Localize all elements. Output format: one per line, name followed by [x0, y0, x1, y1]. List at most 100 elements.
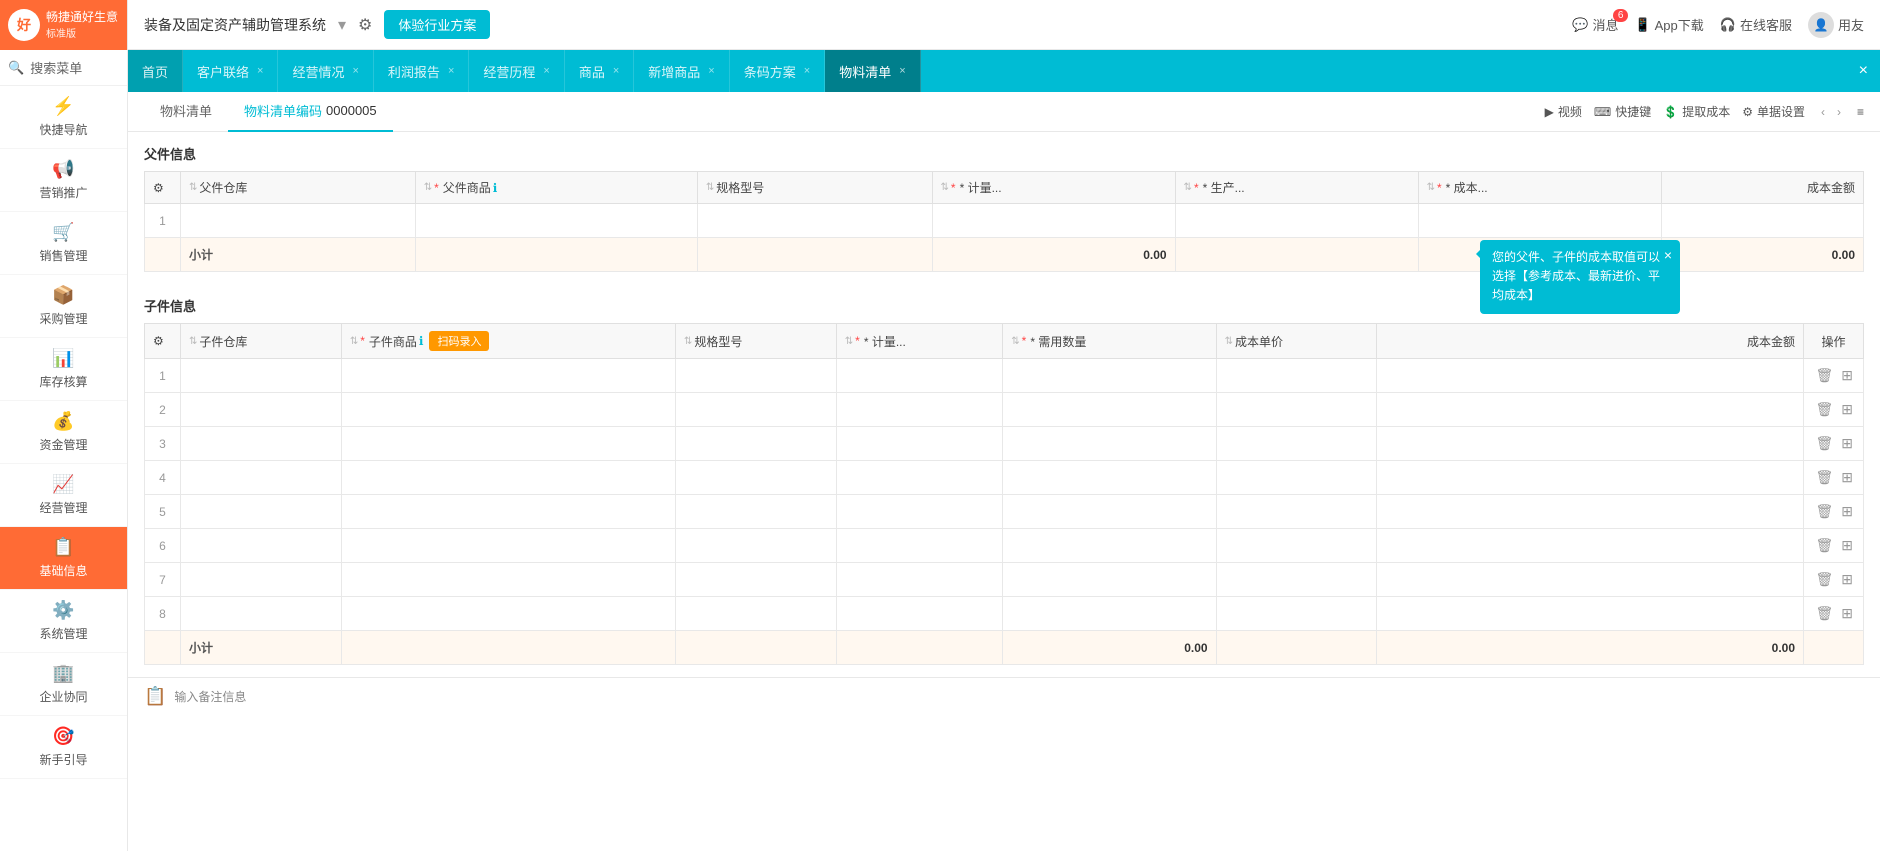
child-row-1-spec[interactable] — [675, 359, 836, 393]
child-row-8-unit-price[interactable] — [1216, 597, 1377, 631]
extract-cost-action[interactable]: 💲 提取成本 — [1663, 103, 1730, 120]
child-row-5-spec[interactable] — [675, 495, 836, 529]
child-row-8-quantity[interactable] — [1003, 597, 1216, 631]
child-col-settings[interactable]: ⚙ — [145, 324, 181, 359]
nav-next-button[interactable]: › — [1833, 103, 1845, 121]
grid-view-button[interactable]: ≡ — [1857, 105, 1864, 119]
child-col-sort-warehouse[interactable]: ⇅ — [189, 336, 197, 347]
col-sort-goods[interactable]: ⇅ — [424, 182, 432, 193]
child-row-3-quantity[interactable] — [1003, 427, 1216, 461]
sidebar-item-operation[interactable]: 📈 经营管理 — [0, 464, 127, 527]
tab-goods-close[interactable]: × — [613, 65, 619, 77]
parent-col-settings[interactable]: ⚙ — [145, 172, 181, 204]
child-row-8-delete-button[interactable]: 🗑 — [1813, 603, 1835, 624]
tab-profit-report[interactable]: 利润报告 × — [374, 50, 469, 92]
tab-goods[interactable]: 商品 × — [565, 50, 634, 92]
nav-prev-button[interactable]: ‹ — [1817, 103, 1829, 121]
child-col-sort-spec[interactable]: ⇅ — [684, 336, 692, 347]
parent-row-1-goods[interactable] — [415, 204, 697, 238]
child-row-4-cost-amount[interactable] — [1377, 461, 1804, 495]
close-all-tabs-button[interactable]: × — [1847, 62, 1880, 80]
child-row-2-unit-price[interactable] — [1216, 393, 1377, 427]
tab-customer-close[interactable]: × — [257, 65, 263, 77]
child-row-3-cost-amount[interactable] — [1377, 427, 1804, 461]
tab-operation-status[interactable]: 经营情况 × — [278, 50, 373, 92]
child-row-1-cost-amount[interactable] — [1377, 359, 1804, 393]
child-row-8-warehouse[interactable] — [181, 597, 342, 631]
child-col-sort-unit-price[interactable]: ⇅ — [1225, 336, 1233, 347]
child-row-6-quantity[interactable] — [1003, 529, 1216, 563]
child-row-1-warehouse[interactable] — [181, 359, 342, 393]
child-row-5-cost-amount[interactable] — [1377, 495, 1804, 529]
child-row-1-unit-price[interactable] — [1216, 359, 1377, 393]
sidebar-item-search[interactable]: 🔍 搜索菜单 — [0, 50, 127, 86]
tab-operation-status-close[interactable]: × — [352, 65, 358, 77]
tab-home[interactable]: 首页 — [128, 50, 183, 92]
parent-row-1-cost[interactable] — [1418, 204, 1661, 238]
col-sort-spec[interactable]: ⇅ — [706, 182, 714, 193]
child-row-3-goods[interactable] — [341, 427, 675, 461]
sidebar-item-basic-info[interactable]: 📋 基础信息 — [0, 527, 127, 590]
child-row-6-delete-button[interactable]: 🗑 — [1813, 535, 1835, 556]
tab-operation-history[interactable]: 经营历程 × — [469, 50, 564, 92]
scan-input-button[interactable]: 扫码录入 — [429, 331, 489, 351]
child-row-6-goods[interactable] — [341, 529, 675, 563]
child-row-6-warehouse[interactable] — [181, 529, 342, 563]
trial-button[interactable]: 体验行业方案 — [384, 10, 490, 39]
child-row-6-spec[interactable] — [675, 529, 836, 563]
child-row-7-copy-button[interactable]: ⊞ — [1839, 569, 1855, 590]
child-row-5-unit[interactable] — [836, 495, 1003, 529]
sub-tab-list[interactable]: 物料清单 — [144, 92, 228, 132]
parent-row-1-unit[interactable] — [932, 204, 1175, 238]
single-settings-action[interactable]: ⚙ 单据设置 — [1742, 103, 1805, 120]
tab-barcode-close[interactable]: × — [804, 65, 810, 77]
child-row-7-unit-price[interactable] — [1216, 563, 1377, 597]
child-goods-help-icon[interactable]: ℹ — [419, 334, 424, 348]
sidebar-item-marketing[interactable]: 📢 营销推广 — [0, 149, 127, 212]
child-row-8-cost-amount[interactable] — [1377, 597, 1804, 631]
child-row-1-unit[interactable] — [836, 359, 1003, 393]
header-settings-button[interactable]: ⚙ — [358, 15, 372, 35]
col-sort-cost[interactable]: ⇅ — [1427, 182, 1435, 193]
tab-barcode[interactable]: 条码方案 × — [730, 50, 825, 92]
child-row-8-spec[interactable] — [675, 597, 836, 631]
expand-button[interactable]: ▾ — [338, 15, 346, 35]
child-row-3-unit[interactable] — [836, 427, 1003, 461]
child-row-4-warehouse[interactable] — [181, 461, 342, 495]
child-row-3-spec[interactable] — [675, 427, 836, 461]
child-col-sort-goods[interactable]: ⇅ — [350, 336, 358, 347]
tooltip-close-button[interactable]: × — [1664, 244, 1672, 266]
child-row-6-unit-price[interactable] — [1216, 529, 1377, 563]
tab-operation-history-close[interactable]: × — [543, 65, 549, 77]
child-row-7-unit[interactable] — [836, 563, 1003, 597]
child-row-2-quantity[interactable] — [1003, 393, 1216, 427]
child-row-2-copy-button[interactable]: ⊞ — [1839, 399, 1855, 420]
child-row-5-copy-button[interactable]: ⊞ — [1839, 501, 1855, 522]
tab-customer[interactable]: 客户联络 × — [183, 50, 278, 92]
child-row-3-warehouse[interactable] — [181, 427, 342, 461]
child-row-4-quantity[interactable] — [1003, 461, 1216, 495]
child-row-2-goods[interactable] — [341, 393, 675, 427]
child-row-7-cost-amount[interactable] — [1377, 563, 1804, 597]
tab-add-goods[interactable]: 新增商品 × — [634, 50, 729, 92]
child-row-6-copy-button[interactable]: ⊞ — [1839, 535, 1855, 556]
sidebar-item-guide[interactable]: 🎯 新手引导 — [0, 716, 127, 779]
sidebar-item-quick-nav[interactable]: ⚡ 快捷导航 — [0, 86, 127, 149]
child-row-3-delete-button[interactable]: 🗑 — [1813, 433, 1835, 454]
child-row-8-goods[interactable] — [341, 597, 675, 631]
child-row-2-cost-amount[interactable] — [1377, 393, 1804, 427]
child-row-4-goods[interactable] — [341, 461, 675, 495]
tab-bom-close[interactable]: × — [899, 65, 905, 77]
child-row-1-quantity[interactable] — [1003, 359, 1216, 393]
parent-row-1-produce[interactable] — [1175, 204, 1418, 238]
child-row-7-spec[interactable] — [675, 563, 836, 597]
child-row-2-spec[interactable] — [675, 393, 836, 427]
child-row-4-unit-price[interactable] — [1216, 461, 1377, 495]
child-col-sort-unit[interactable]: ⇅ — [845, 336, 853, 347]
child-row-7-delete-button[interactable]: 🗑 — [1813, 569, 1835, 590]
child-row-2-delete-button[interactable]: 🗑 — [1813, 399, 1835, 420]
sidebar-item-system[interactable]: ⚙️ 系统管理 — [0, 590, 127, 653]
parent-goods-help-icon[interactable]: ℹ — [493, 181, 498, 195]
child-row-7-goods[interactable] — [341, 563, 675, 597]
child-row-7-quantity[interactable] — [1003, 563, 1216, 597]
